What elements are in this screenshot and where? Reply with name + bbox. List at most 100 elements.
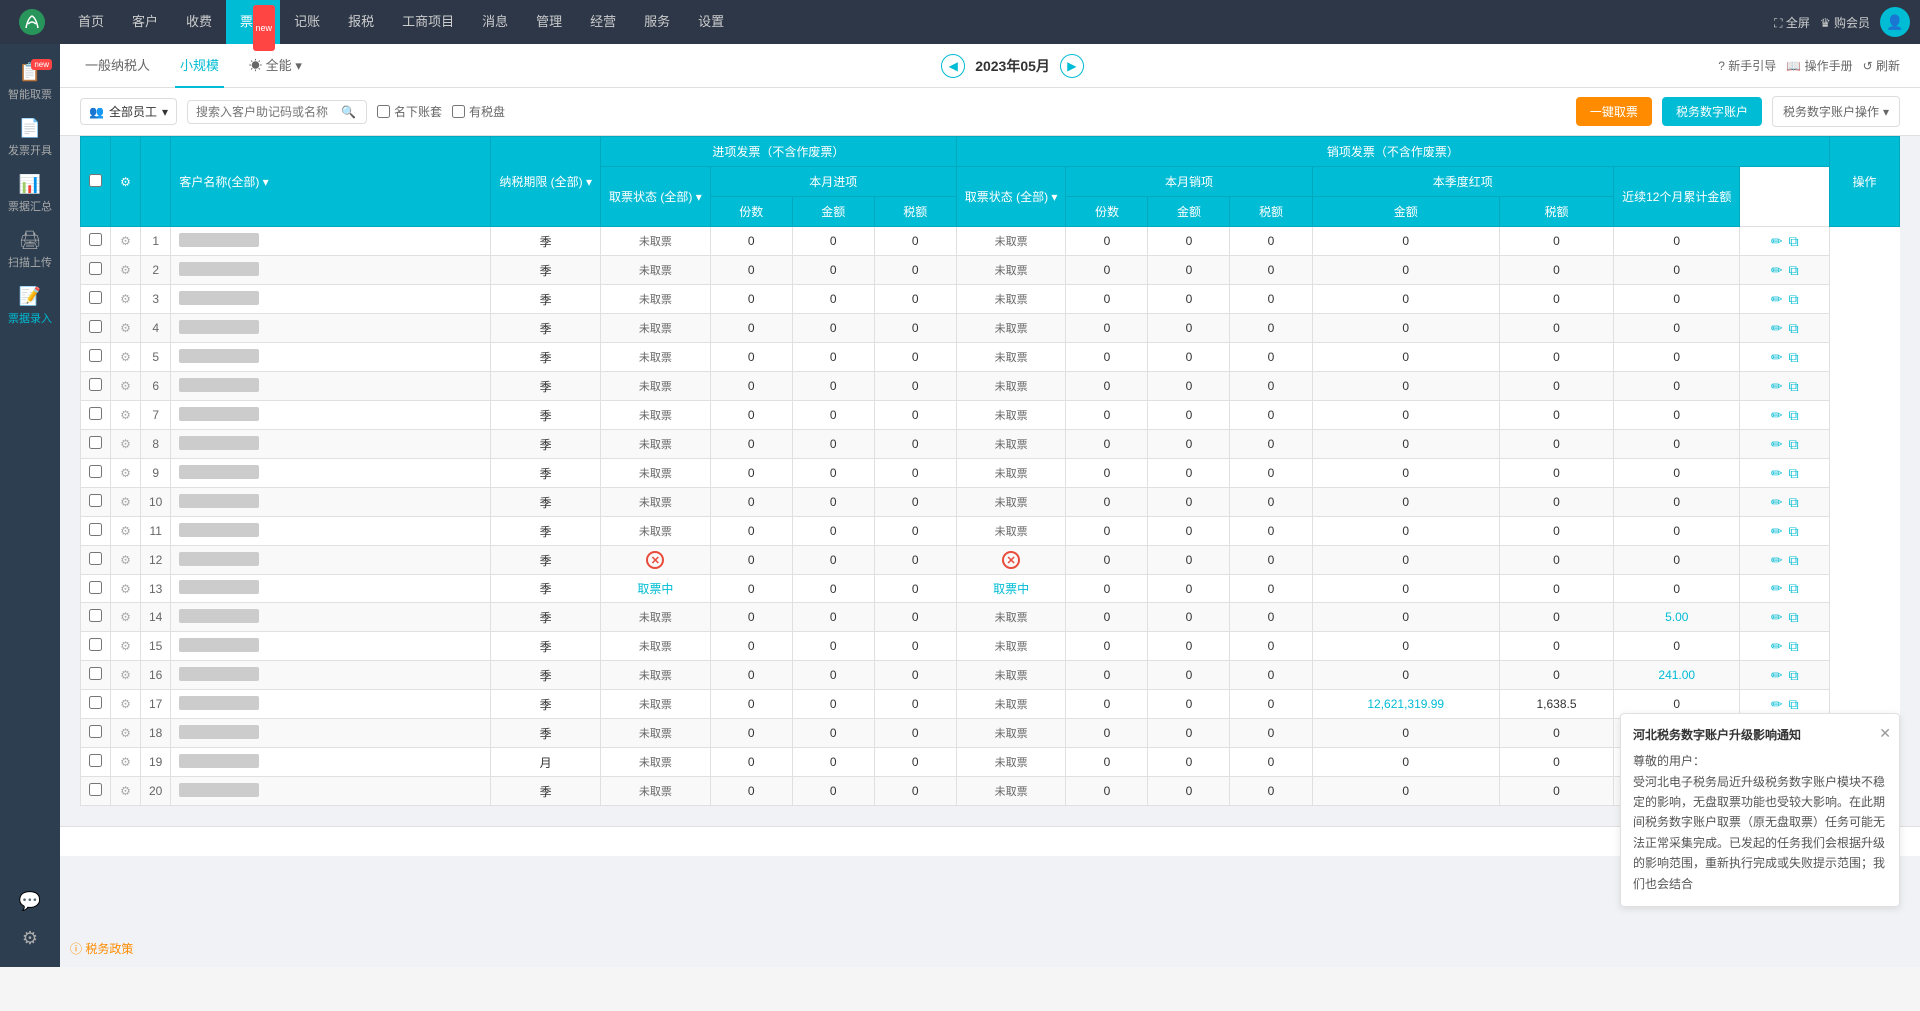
- row-settings-icon[interactable]: ⚙: [120, 321, 131, 335]
- edit-icon[interactable]: ✏: [1771, 638, 1783, 655]
- row-checkbox[interactable]: [89, 552, 102, 565]
- row-checkbox[interactable]: [89, 609, 102, 622]
- notification-close-btn[interactable]: ✕: [1879, 722, 1891, 744]
- edit-icon[interactable]: ✏: [1771, 523, 1783, 540]
- row-checkbox[interactable]: [89, 436, 102, 449]
- guide-btn[interactable]: ? 新手引导: [1718, 57, 1776, 74]
- row-settings-icon[interactable]: ⚙: [120, 234, 131, 248]
- edit-icon[interactable]: ✏: [1771, 291, 1783, 308]
- tax-policy-link[interactable]: ⓘ 税务政策: [70, 940, 133, 957]
- row-checkbox[interactable]: [89, 667, 102, 680]
- period-next-btn[interactable]: ▶: [1060, 54, 1084, 78]
- row-checkbox[interactable]: [89, 320, 102, 333]
- nav-tax[interactable]: 报税: [334, 0, 388, 44]
- fullscreen-btn[interactable]: ⛶ 全屏: [1774, 14, 1810, 31]
- nav-business[interactable]: 工商项目: [388, 0, 468, 44]
- tab-small-scale[interactable]: 小规模: [175, 44, 224, 88]
- copy-icon[interactable]: ⧉: [1789, 609, 1799, 626]
- edit-icon[interactable]: ✏: [1771, 552, 1783, 569]
- select-all-checkbox[interactable]: [89, 174, 102, 187]
- row-settings-icon[interactable]: ⚙: [120, 697, 131, 711]
- copy-icon[interactable]: ⧉: [1789, 320, 1799, 337]
- row-settings-icon[interactable]: ⚙: [120, 524, 131, 538]
- row-checkbox[interactable]: [89, 783, 102, 796]
- row-checkbox[interactable]: [89, 725, 102, 738]
- row-settings-icon[interactable]: ⚙: [120, 263, 131, 277]
- sidebar-item-entry[interactable]: 📝 票据录入: [0, 278, 60, 334]
- row-checkbox[interactable]: [89, 349, 102, 362]
- refresh-btn[interactable]: ↺ 刷新: [1863, 57, 1900, 74]
- copy-icon[interactable]: ⧉: [1789, 552, 1799, 569]
- nav-billing[interactable]: 收费: [172, 0, 226, 44]
- copy-icon[interactable]: ⧉: [1789, 667, 1799, 684]
- copy-icon[interactable]: ⧉: [1789, 378, 1799, 395]
- checkbox-account[interactable]: 名下账套: [377, 103, 442, 120]
- edit-icon[interactable]: ✏: [1771, 407, 1783, 424]
- row-settings-icon[interactable]: ⚙: [120, 437, 131, 451]
- th-name[interactable]: 客户名称(全部) ▾: [171, 137, 491, 227]
- row-checkbox[interactable]: [89, 638, 102, 651]
- th-tax-period[interactable]: 纳税期限 (全部) ▾: [491, 137, 601, 227]
- edit-icon[interactable]: ✏: [1771, 465, 1783, 482]
- nav-operations[interactable]: 经营: [576, 0, 630, 44]
- copy-icon[interactable]: ⧉: [1789, 233, 1799, 250]
- btn-quick-invoice[interactable]: 一键取票: [1576, 97, 1652, 126]
- row-settings-icon[interactable]: ⚙: [120, 408, 131, 422]
- edit-icon[interactable]: ✏: [1771, 609, 1783, 626]
- copy-icon[interactable]: ⧉: [1789, 696, 1799, 713]
- row-checkbox[interactable]: [89, 465, 102, 478]
- row-settings-icon[interactable]: ⚙: [120, 466, 131, 480]
- sidebar-item-scan[interactable]: 🖨 扫描上传: [0, 222, 60, 278]
- copy-icon[interactable]: ⧉: [1789, 580, 1799, 597]
- row-settings-icon[interactable]: ⚙: [120, 350, 131, 364]
- edit-icon[interactable]: ✏: [1771, 667, 1783, 684]
- edit-icon[interactable]: ✏: [1771, 378, 1783, 395]
- edit-icon[interactable]: ✏: [1771, 580, 1783, 597]
- nav-service[interactable]: 服务: [630, 0, 684, 44]
- edit-icon[interactable]: ✏: [1771, 233, 1783, 250]
- employee-filter[interactable]: 👥 全部员工 ▾: [80, 98, 177, 125]
- row-checkbox[interactable]: [89, 233, 102, 246]
- copy-icon[interactable]: ⧉: [1789, 262, 1799, 279]
- copy-icon[interactable]: ⧉: [1789, 436, 1799, 453]
- row-settings-icon[interactable]: ⚙: [120, 495, 131, 509]
- edit-icon[interactable]: ✏: [1771, 349, 1783, 366]
- row-settings-icon[interactable]: ⚙: [120, 784, 131, 798]
- row-checkbox[interactable]: [89, 262, 102, 275]
- edit-icon[interactable]: ✏: [1771, 696, 1783, 713]
- row-settings-icon[interactable]: ⚙: [120, 726, 131, 740]
- row-settings-icon[interactable]: ⚙: [120, 610, 131, 624]
- checkbox-taxdisk[interactable]: 有税盘: [452, 103, 505, 120]
- settings-icon[interactable]: ⚙: [120, 175, 131, 189]
- row-settings-icon[interactable]: ⚙: [120, 755, 131, 769]
- row-settings-icon[interactable]: ⚙: [120, 668, 131, 682]
- row-settings-icon[interactable]: ⚙: [120, 639, 131, 653]
- checkbox-account-input[interactable]: [377, 105, 390, 118]
- row-checkbox[interactable]: [89, 523, 102, 536]
- row-checkbox[interactable]: [89, 754, 102, 767]
- copy-icon[interactable]: ⧉: [1789, 407, 1799, 424]
- btn-tax-digital[interactable]: 税务数字账户: [1662, 97, 1762, 126]
- sidebar-item-invoice-open[interactable]: 📄 发票开具: [0, 110, 60, 166]
- nav-manage[interactable]: 管理: [522, 0, 576, 44]
- row-checkbox[interactable]: [89, 407, 102, 420]
- copy-icon[interactable]: ⧉: [1789, 349, 1799, 366]
- manual-btn[interactable]: 📖 操作手册: [1786, 57, 1852, 74]
- nav-accounting[interactable]: 记账: [280, 0, 334, 44]
- copy-icon[interactable]: ⧉: [1789, 465, 1799, 482]
- sidebar-item-smart-ticket[interactable]: 📋 智能取票 new: [0, 54, 60, 110]
- nav-settings[interactable]: 设置: [684, 0, 738, 44]
- row-settings-icon[interactable]: ⚙: [120, 292, 131, 306]
- sidebar-item-summary[interactable]: 📊 票据汇总: [0, 166, 60, 222]
- edit-icon[interactable]: ✏: [1771, 320, 1783, 337]
- row-settings-icon[interactable]: ⚙: [120, 582, 131, 596]
- nav-client[interactable]: 客户: [118, 0, 172, 44]
- edit-icon[interactable]: ✏: [1771, 262, 1783, 279]
- btn-digital-ops[interactable]: 税务数字账户操作 ▾: [1772, 96, 1900, 127]
- row-checkbox[interactable]: [89, 378, 102, 391]
- edit-icon[interactable]: ✏: [1771, 494, 1783, 511]
- row-settings-icon[interactable]: ⚙: [120, 379, 131, 393]
- nav-messages[interactable]: 消息: [468, 0, 522, 44]
- th-in-status[interactable]: 取票状态 (全部) ▾: [601, 167, 711, 227]
- th-out-status[interactable]: 取票状态 (全部) ▾: [956, 167, 1066, 227]
